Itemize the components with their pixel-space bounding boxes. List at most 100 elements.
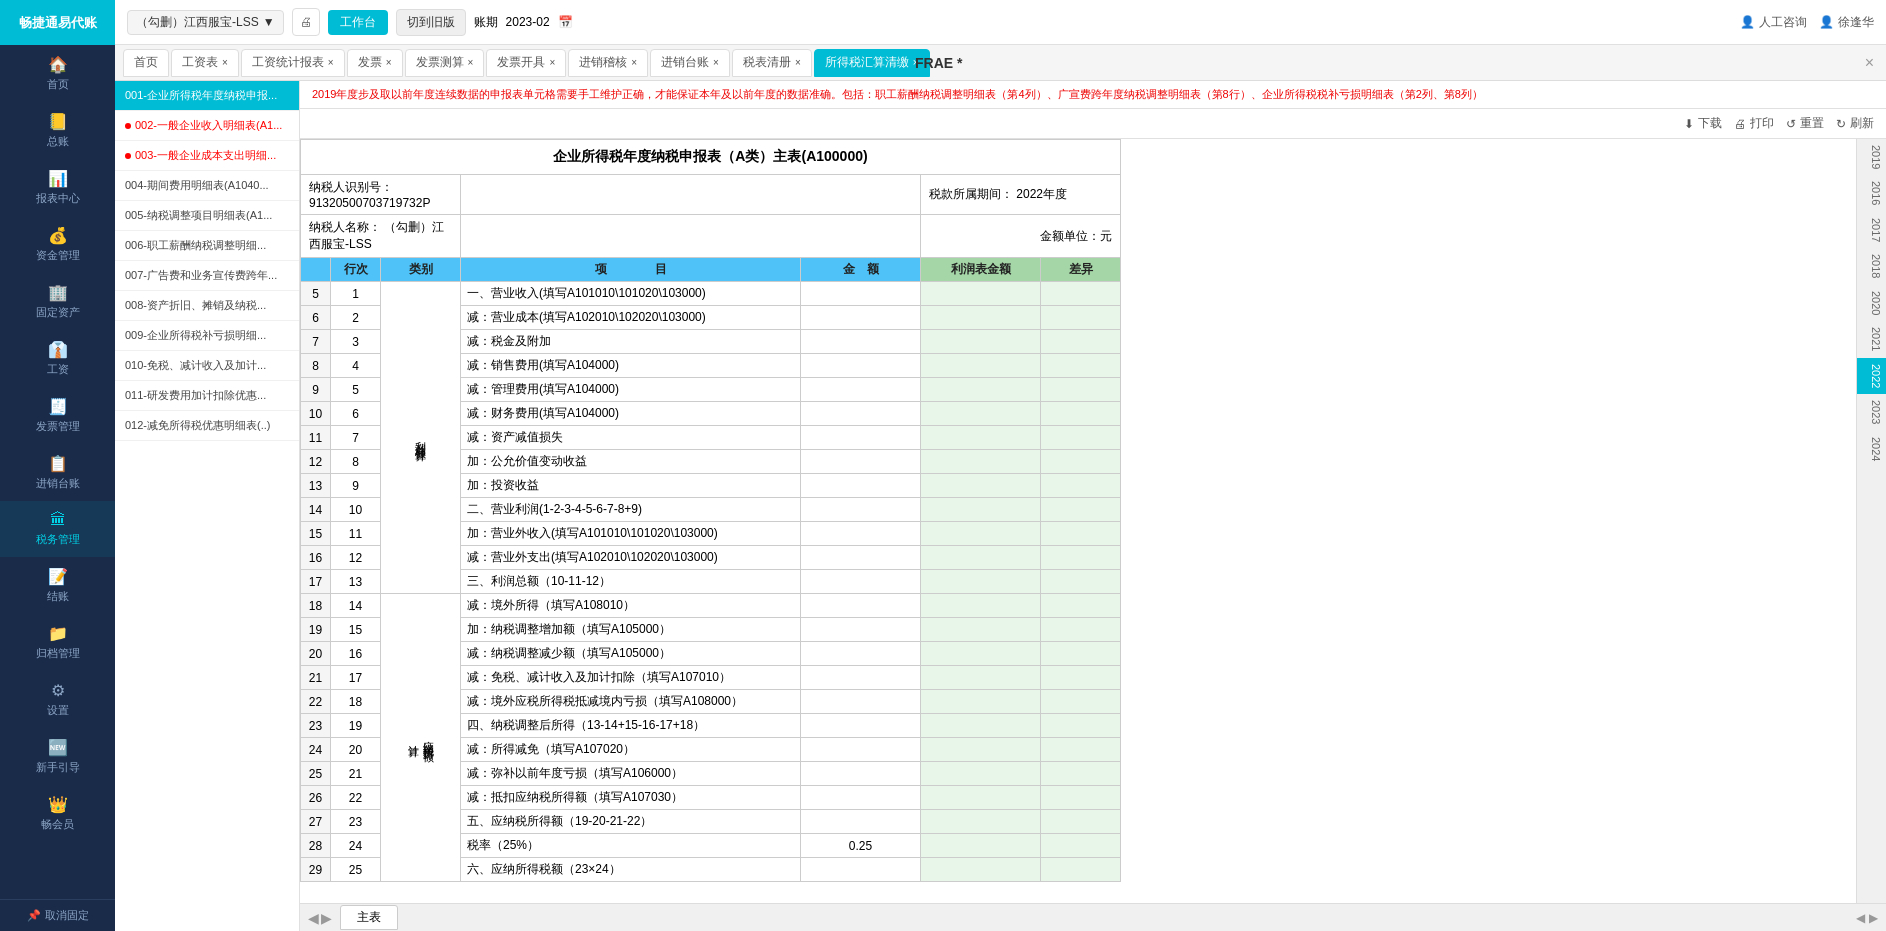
year-2020[interactable]: 2020 bbox=[1857, 285, 1886, 321]
sidebar-item-member[interactable]: 👑 畅会员 bbox=[0, 785, 115, 842]
tab-salary[interactable]: 工资表 × bbox=[171, 49, 239, 77]
close-tab-invoice-open[interactable]: × bbox=[549, 57, 555, 68]
list-item-008[interactable]: 008-资产折旧、摊销及纳税... bbox=[115, 291, 299, 321]
list-item-012[interactable]: 012-减免所得税优惠明细表(..) bbox=[115, 411, 299, 441]
row-idx: 15 bbox=[301, 522, 331, 546]
old-version-button[interactable]: 切到旧版 bbox=[396, 9, 466, 36]
print-button[interactable]: 🖨 打印 bbox=[1734, 115, 1774, 132]
workbench-button[interactable]: 工作台 bbox=[328, 10, 388, 35]
row-amount bbox=[801, 546, 921, 570]
close-tab-salary-stats[interactable]: × bbox=[328, 57, 334, 68]
list-item-006[interactable]: 006-职工薪酬纳税调整明细... bbox=[115, 231, 299, 261]
year-2019[interactable]: 2019 bbox=[1857, 139, 1886, 175]
scroll-right-icon[interactable]: ▶ bbox=[1869, 911, 1878, 925]
main-area: （勾删）江西服宝-LSS ▼ 🖨 工作台 切到旧版 账期 2023-02 📅 👤… bbox=[115, 0, 1886, 931]
row-num: 17 bbox=[331, 666, 381, 690]
year-2021[interactable]: 2021 bbox=[1857, 321, 1886, 357]
tab-salary-stats[interactable]: 工资统计报表 × bbox=[241, 49, 345, 77]
user-profile-button[interactable]: 👤 徐逢华 bbox=[1819, 14, 1874, 31]
year-2016[interactable]: 2016 bbox=[1857, 175, 1886, 211]
sidebar-item-invoice[interactable]: 🧾 发票管理 bbox=[0, 387, 115, 444]
row-amount bbox=[801, 306, 921, 330]
sidebar-item-reports[interactable]: 📊 报表中心 bbox=[0, 159, 115, 216]
sidebar-item-guide[interactable]: 🆕 新手引导 bbox=[0, 728, 115, 785]
topbar-right: 👤 人工咨询 👤 徐逢华 bbox=[1740, 14, 1874, 31]
list-item-010[interactable]: 010-免税、减计收入及加计... bbox=[115, 351, 299, 381]
list-item-005[interactable]: 005-纳税调整项目明细表(A1... bbox=[115, 201, 299, 231]
row-idx: 6 bbox=[301, 306, 331, 330]
sidebar-item-sales[interactable]: 📋 进销台账 bbox=[0, 444, 115, 501]
year-2024[interactable]: 2024 bbox=[1857, 431, 1886, 467]
bottom-tab-main[interactable]: 主表 bbox=[340, 905, 398, 930]
list-item-004[interactable]: 004-期间费用明细表(A1040... bbox=[115, 171, 299, 201]
row-idx: 28 bbox=[301, 834, 331, 858]
sidebar-item-funds[interactable]: 💰 资金管理 bbox=[0, 216, 115, 273]
sidebar-item-label: 固定资产 bbox=[36, 305, 80, 320]
list-item-011[interactable]: 011-研发费用加计扣除优惠... bbox=[115, 381, 299, 411]
tab-sales-ledger[interactable]: 进销台账 × bbox=[650, 49, 730, 77]
app-logo: 畅捷通易代账 bbox=[0, 0, 115, 45]
tab-audit[interactable]: 进销稽核 × bbox=[568, 49, 648, 77]
sidebar-item-label: 发票管理 bbox=[36, 419, 80, 434]
prev-tab-icon[interactable]: ◀ bbox=[308, 910, 319, 926]
sidebar-item-close[interactable]: 📝 结账 bbox=[0, 557, 115, 614]
tab-invoice-open[interactable]: 发票开具 × bbox=[486, 49, 566, 77]
row-item: 减：销售费用(填写A104000) bbox=[461, 354, 801, 378]
tab-invoice[interactable]: 发票 × bbox=[347, 49, 403, 77]
tab-home[interactable]: 首页 bbox=[123, 49, 169, 77]
print-icon-btn[interactable]: 🖨 bbox=[292, 8, 320, 36]
year-2017[interactable]: 2017 bbox=[1857, 212, 1886, 248]
row-item: 减：税金及附加 bbox=[461, 330, 801, 354]
sidebar-item-tax[interactable]: 🏛 税务管理 bbox=[0, 501, 115, 557]
reset-button[interactable]: ↺ 重置 bbox=[1786, 115, 1824, 132]
sidebar-item-home[interactable]: 🏠 首页 bbox=[0, 45, 115, 102]
sidebar-item-ledger[interactable]: 📒 总账 bbox=[0, 102, 115, 159]
error-dot-002 bbox=[125, 123, 131, 129]
tab-tax-table[interactable]: 税表清册 × bbox=[732, 49, 812, 77]
tab-income-tax[interactable]: 所得税汇算清缴 × bbox=[814, 49, 930, 77]
list-item-007[interactable]: 007-广告费和业务宣传费跨年... bbox=[115, 261, 299, 291]
row-diff bbox=[1041, 546, 1121, 570]
cancel-pin-button[interactable]: 📌 取消固定 bbox=[0, 899, 115, 931]
close-tab-salary[interactable]: × bbox=[222, 57, 228, 68]
sidebar-item-salary[interactable]: 👔 工资 bbox=[0, 330, 115, 387]
list-item-001[interactable]: 001-企业所得税年度纳税申报... bbox=[115, 81, 299, 111]
row-diff bbox=[1041, 690, 1121, 714]
close-tab-tax-table[interactable]: × bbox=[795, 57, 801, 68]
close-tab-invoice[interactable]: × bbox=[386, 57, 392, 68]
close-tab-invoice-calc[interactable]: × bbox=[468, 57, 474, 68]
unit-cell: 金额单位：元 bbox=[921, 215, 1121, 258]
table-row: 51利润总额计算一、营业收入(填写A101010\101020\103000) bbox=[301, 282, 1121, 306]
list-item-002[interactable]: 002-一般企业收入明细表(A1... bbox=[115, 111, 299, 141]
year-2023[interactable]: 2023 bbox=[1857, 394, 1886, 430]
row-idx: 9 bbox=[301, 378, 331, 402]
human-service-button[interactable]: 👤 人工咨询 bbox=[1740, 14, 1807, 31]
company-selector[interactable]: （勾删）江西服宝-LSS ▼ bbox=[127, 10, 284, 35]
row-diff bbox=[1041, 522, 1121, 546]
refresh-button[interactable]: ↻ 刷新 bbox=[1836, 115, 1874, 132]
close-tab-audit[interactable]: × bbox=[631, 57, 637, 68]
list-item-009[interactable]: 009-企业所得税补亏损明细... bbox=[115, 321, 299, 351]
calendar-icon: 📅 bbox=[558, 15, 573, 29]
row-idx: 11 bbox=[301, 426, 331, 450]
list-item-003[interactable]: 003-一般企业成本支出明细... bbox=[115, 141, 299, 171]
close-all-tabs-button[interactable]: × bbox=[1861, 54, 1878, 72]
scroll-left-icon[interactable]: ◀ bbox=[1856, 911, 1865, 925]
row-diff bbox=[1041, 762, 1121, 786]
row-num: 20 bbox=[331, 738, 381, 762]
download-button[interactable]: ⬇ 下载 bbox=[1684, 115, 1722, 132]
year-2018[interactable]: 2018 bbox=[1857, 248, 1886, 284]
sidebar-item-label: 工资 bbox=[47, 362, 69, 377]
sidebar-item-archive[interactable]: 📁 归档管理 bbox=[0, 614, 115, 671]
sidebar-item-settings[interactable]: ⚙ 设置 bbox=[0, 671, 115, 728]
row-amount bbox=[801, 618, 921, 642]
next-tab-icon[interactable]: ▶ bbox=[321, 910, 332, 926]
row-num: 11 bbox=[331, 522, 381, 546]
year-2022[interactable]: 2022 bbox=[1857, 358, 1886, 394]
tab-invoice-calc[interactable]: 发票测算 × bbox=[405, 49, 485, 77]
sidebar-item-assets[interactable]: 🏢 固定资产 bbox=[0, 273, 115, 330]
sidebar-item-label: 畅会员 bbox=[41, 817, 74, 832]
close-tab-sales-ledger[interactable]: × bbox=[713, 57, 719, 68]
row-amount bbox=[801, 378, 921, 402]
download-label: 下载 bbox=[1698, 115, 1722, 132]
